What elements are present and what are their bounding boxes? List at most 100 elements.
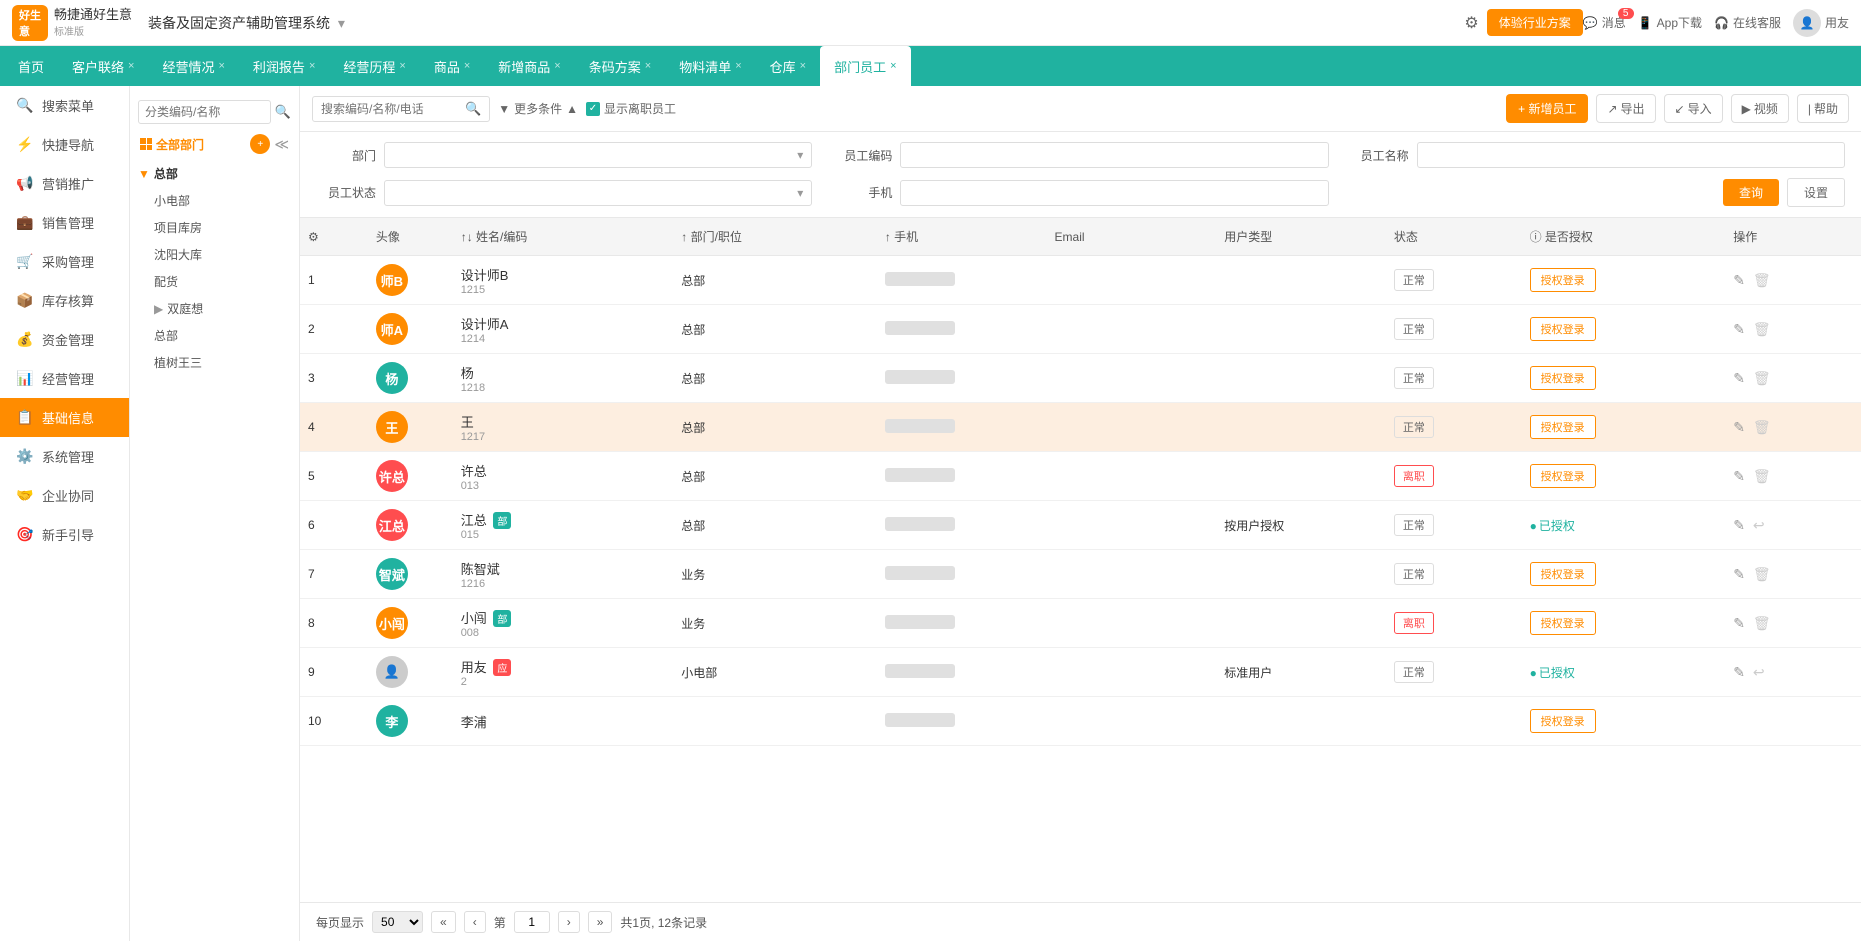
sidebar-item-system[interactable]: ⚙️ 系统管理: [0, 437, 129, 476]
sidebar-item-inventory[interactable]: 📦 库存核算: [0, 281, 129, 320]
first-page-btn[interactable]: «: [431, 911, 456, 933]
delete-icon[interactable]: 🗑: [1753, 615, 1771, 632]
auth-btn[interactable]: 授权登录: [1530, 317, 1596, 341]
next-page-btn[interactable]: ›: [558, 911, 580, 933]
sidebar-item-marketing[interactable]: 📢 营销推广: [0, 164, 129, 203]
auth-btn[interactable]: 授权登录: [1530, 268, 1596, 292]
status-filter-select[interactable]: ▾: [384, 180, 812, 206]
dept-item-sydk[interactable]: 沈阳大库: [138, 241, 299, 268]
tab-history[interactable]: 经营历程 ×: [329, 46, 419, 86]
sys-dropdown-arrow[interactable]: ▾: [338, 15, 345, 31]
dept-item-xmkf[interactable]: 项目库房: [138, 214, 299, 241]
dept-item-zb[interactable]: 总部: [138, 322, 299, 349]
delete-icon[interactable]: 🗑: [1753, 468, 1771, 485]
auth-btn[interactable]: 授权登录: [1530, 709, 1596, 733]
sidebar-item-purchase[interactable]: 🛒 采购管理: [0, 242, 129, 281]
dept-collapse-btn[interactable]: ≪: [274, 136, 289, 153]
show-resigned-check[interactable]: ✓ 显示离职员工: [586, 100, 676, 117]
user-menu[interactable]: 👤 用友: [1793, 9, 1849, 37]
search-box: 🔍: [312, 96, 490, 122]
tab-employees[interactable]: 部门员工 ×: [820, 46, 910, 86]
edit-icon[interactable]: ✎: [1733, 517, 1745, 534]
help-button[interactable]: | 帮助: [1797, 94, 1849, 123]
reset-button[interactable]: 设置: [1787, 178, 1845, 207]
sidebar-item-base[interactable]: 📋 基础信息: [0, 398, 129, 437]
video-button[interactable]: ▶ 视频: [1731, 94, 1789, 123]
search-icon[interactable]: 🔍: [465, 101, 481, 117]
sidebar-item-sales[interactable]: 💼 销售管理: [0, 203, 129, 242]
edit-icon[interactable]: ✎: [1733, 419, 1745, 436]
edit-icon[interactable]: ✎: [1733, 664, 1745, 681]
dept-item-general[interactable]: ▼ 总部: [130, 160, 299, 187]
edit-icon[interactable]: ✎: [1733, 615, 1745, 632]
row-status: 正常: [1386, 501, 1522, 550]
dept-search-input[interactable]: [138, 100, 271, 124]
auth-btn[interactable]: 授权登录: [1530, 366, 1596, 390]
sidebar-item-search[interactable]: 🔍 搜索菜单: [0, 86, 129, 125]
sidebar-item-quicknav[interactable]: ⚡ 快捷导航: [0, 125, 129, 164]
per-page-select[interactable]: 50 100 200: [372, 911, 423, 933]
tab-bom[interactable]: 物料清单 ×: [665, 46, 755, 86]
last-page-btn[interactable]: »: [588, 911, 613, 933]
auth-btn[interactable]: 授权登录: [1530, 611, 1596, 635]
tab-home[interactable]: 首页: [4, 46, 58, 86]
edit-icon[interactable]: ✎: [1733, 468, 1745, 485]
sidebar-item-guide[interactable]: 🎯 新手引导: [0, 515, 129, 554]
app-download-button[interactable]: 📱 App下载: [1638, 14, 1702, 31]
tab-goods[interactable]: 商品 ×: [420, 46, 484, 86]
trial-button[interactable]: 体验行业方案: [1487, 9, 1583, 36]
prev-page-btn[interactable]: ‹: [464, 911, 486, 933]
col-name[interactable]: ↑↓ 姓名/编码: [453, 218, 674, 256]
add-employee-button[interactable]: + 新增员工: [1506, 94, 1588, 123]
emp-name-input[interactable]: [1417, 142, 1845, 168]
sidebar-item-manage[interactable]: 📊 经营管理: [0, 359, 129, 398]
delete-icon[interactable]: ↩: [1753, 664, 1765, 681]
delete-icon[interactable]: 🗑: [1753, 566, 1771, 583]
row-email: [1047, 403, 1217, 452]
more-filters-btn[interactable]: ▼ 更多条件 ▲: [498, 100, 578, 117]
dept-search-icon[interactable]: 🔍: [275, 104, 291, 120]
dept-item-ssx[interactable]: ▶ 双庭想: [138, 295, 299, 322]
delete-icon[interactable]: 🗑: [1753, 272, 1771, 289]
message-button[interactable]: 💬 消息 5: [1583, 14, 1626, 31]
edit-icon[interactable]: ✎: [1733, 566, 1745, 583]
tab-operation[interactable]: 经营情况 ×: [148, 46, 238, 86]
col-dept[interactable]: ↑ 部门/职位: [673, 218, 877, 256]
delete-icon[interactable]: 🗑: [1753, 321, 1771, 338]
dept-add-btn[interactable]: +: [250, 134, 270, 154]
col-phone[interactable]: ↑ 手机: [877, 218, 1047, 256]
edit-icon[interactable]: ✎: [1733, 321, 1745, 338]
delete-icon[interactable]: 🗑: [1753, 419, 1771, 436]
import-button[interactable]: ↙ 导入: [1664, 94, 1723, 123]
col-settings[interactable]: ⚙: [300, 218, 368, 256]
row-avatar: 师A: [368, 305, 453, 354]
export-button[interactable]: ↗ 导出: [1596, 94, 1655, 123]
settings-icon[interactable]: ⚙: [1464, 13, 1478, 33]
auth-btn[interactable]: 授权登录: [1530, 464, 1596, 488]
dept-item-xd[interactable]: 小电部: [138, 187, 299, 214]
page-number-input[interactable]: [514, 911, 550, 933]
query-button[interactable]: 查询: [1723, 179, 1779, 206]
dept-item-zswz[interactable]: 植树王三: [138, 349, 299, 376]
delete-icon[interactable]: ↩: [1753, 517, 1765, 534]
tab-add-goods[interactable]: 新增商品 ×: [484, 46, 574, 86]
auth-btn[interactable]: 授权登录: [1530, 415, 1596, 439]
delete-icon[interactable]: 🗑: [1753, 370, 1771, 387]
online-service-button[interactable]: 🎧 在线客服: [1714, 14, 1781, 31]
search-icon: 🔍: [16, 97, 34, 114]
tab-warehouse[interactable]: 仓库 ×: [756, 46, 820, 86]
phone-input[interactable]: [900, 180, 1328, 206]
dept-item-ph[interactable]: 配货: [138, 268, 299, 295]
search-input[interactable]: [321, 102, 461, 116]
edit-icon[interactable]: ✎: [1733, 272, 1745, 289]
tab-barcode[interactable]: 条码方案 ×: [575, 46, 665, 86]
dept-filter-select[interactable]: ▾: [384, 142, 812, 168]
emp-code-input[interactable]: [900, 142, 1328, 168]
tab-customer[interactable]: 客户联络 ×: [58, 46, 148, 86]
edit-icon[interactable]: ✎: [1733, 370, 1745, 387]
tab-profit[interactable]: 利润报告 ×: [239, 46, 329, 86]
sidebar-item-finance[interactable]: 💰 资金管理: [0, 320, 129, 359]
auth-btn[interactable]: 授权登录: [1530, 562, 1596, 586]
headset-icon: 🎧: [1714, 16, 1729, 30]
sidebar-item-collab[interactable]: 🤝 企业协同: [0, 476, 129, 515]
